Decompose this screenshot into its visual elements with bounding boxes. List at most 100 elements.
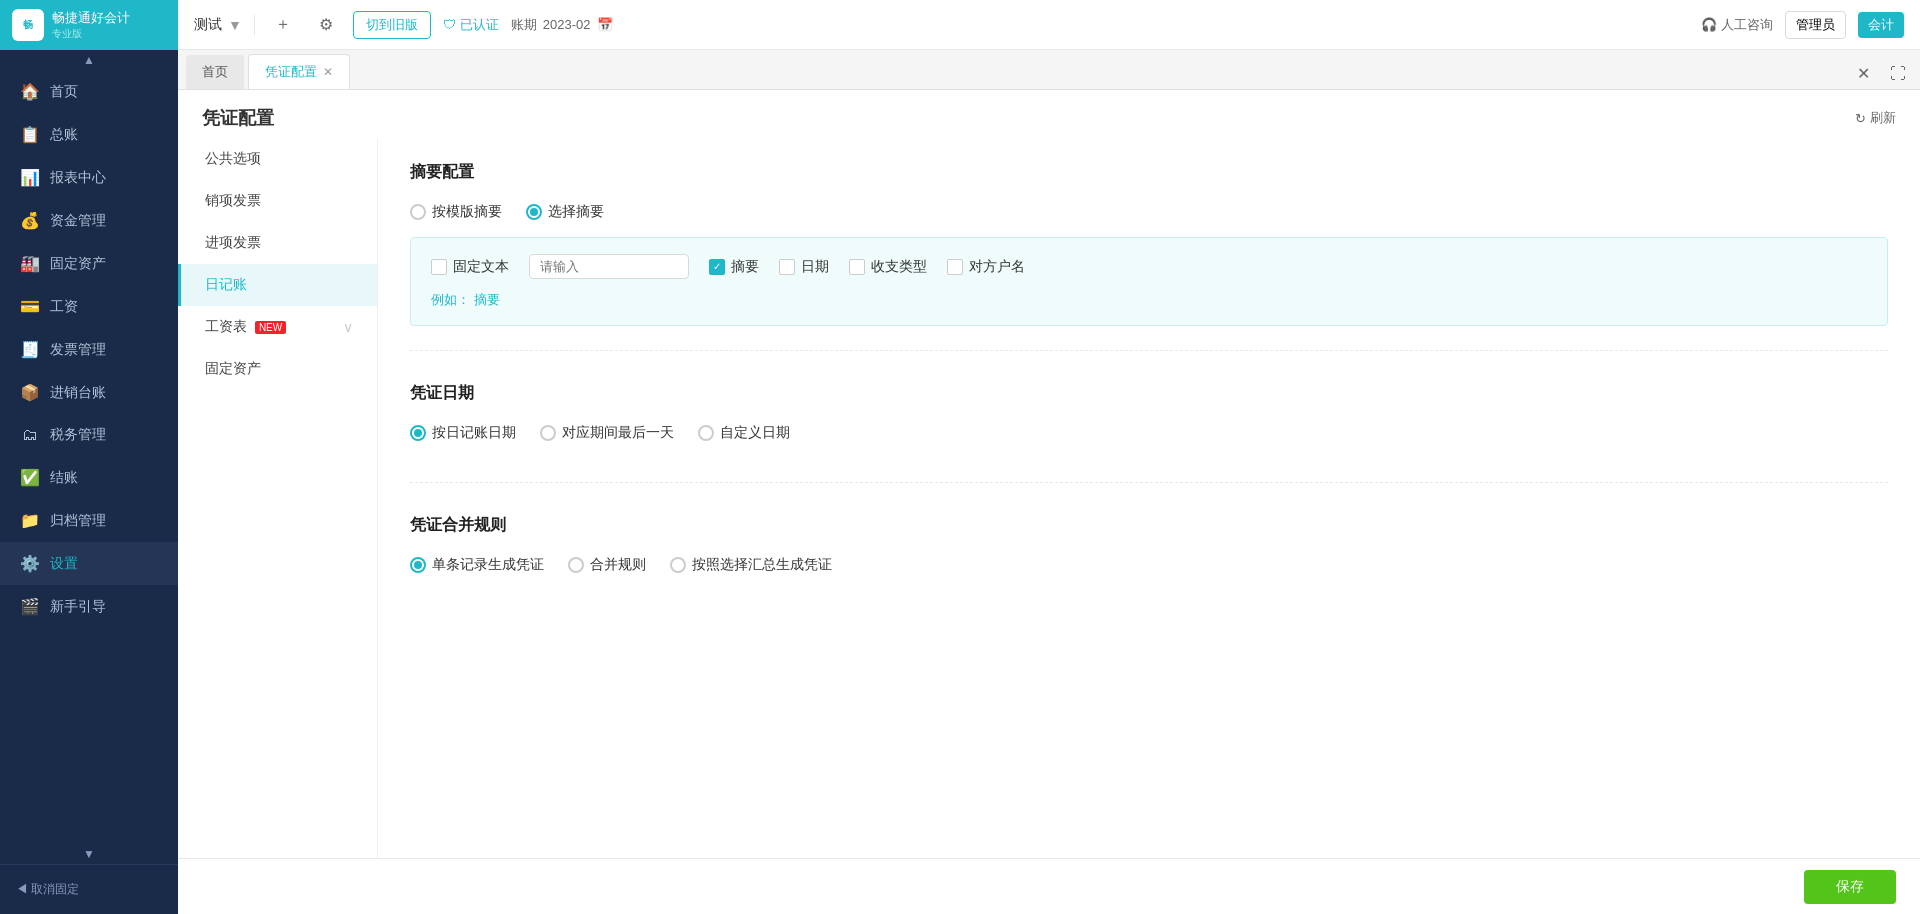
topbar-right: 🎧 人工咨询 管理员 会计 (1701, 11, 1904, 39)
sidebar-item-report[interactable]: 📊 报表中心 (0, 156, 178, 199)
sidebar-item-label: 结账 (50, 469, 78, 487)
radio-select-summary[interactable]: 选择摘要 (526, 203, 604, 221)
tab-home[interactable]: 首页 (186, 55, 244, 89)
radio-custom-date[interactable]: 自定义日期 (698, 424, 790, 442)
refresh-btn[interactable]: ↻ 刷新 (1855, 109, 1896, 127)
sidebar-item-invoice[interactable]: 🧾 发票管理 (0, 328, 178, 371)
sidebar-item-fund[interactable]: 💰 资金管理 (0, 199, 178, 242)
radio-template-summary[interactable]: 按模版摘要 (410, 203, 502, 221)
checkbox-box (431, 259, 447, 275)
company-name: 测试 (194, 16, 222, 34)
expand-btn[interactable]: ⛶ (1884, 63, 1912, 85)
radio-circle-single (410, 557, 426, 573)
checkbox-abstract[interactable]: ✓ 摘要 (709, 258, 759, 276)
summary-section: 摘要配置 按模版摘要 选择摘要 (410, 162, 1888, 351)
checkbox-date[interactable]: 日期 (779, 258, 829, 276)
cancel-fixed-btn[interactable]: ◀ 取消固定 (10, 875, 168, 904)
fixed-text-input[interactable] (529, 254, 689, 279)
sidebar-item-ledger[interactable]: 📋 总账 (0, 113, 178, 156)
sidebar-scroll-up[interactable]: ▲ (0, 50, 178, 70)
sidebar-item-tax[interactable]: 🗂 税务管理 (0, 414, 178, 456)
left-nav-fixed-asset[interactable]: 固定资产 (178, 348, 377, 390)
radio-merge-rule[interactable]: 合并规则 (568, 556, 646, 574)
fund-icon: 💰 (20, 211, 40, 230)
tab-close-icon[interactable]: ✕ (323, 65, 333, 79)
guide-icon: 🎬 (20, 597, 40, 616)
sidebar-item-settle[interactable]: ✅ 结账 (0, 456, 178, 499)
sidebar-item-label: 固定资产 (50, 255, 106, 273)
sidebar-item-sales[interactable]: 📦 进销台账 (0, 371, 178, 414)
merge-radio-group: 单条记录生成凭证 合并规则 按照选择汇总生成凭证 (410, 556, 1888, 574)
left-nav-purchase-invoice[interactable]: 进项发票 (178, 222, 377, 264)
sidebar-item-payroll[interactable]: 💳 工资 (0, 285, 178, 328)
sidebar-bottom: ◀ 取消固定 (0, 864, 178, 914)
radio-circle-custom (698, 425, 714, 441)
date-title: 凭证日期 (410, 383, 1888, 404)
radio-circle-merge (568, 557, 584, 573)
radio-circle-journal (410, 425, 426, 441)
sidebar-item-settings[interactable]: ⚙️ 设置 (0, 542, 178, 585)
calendar-icon[interactable]: 📅 (597, 17, 613, 32)
sidebar-item-archive[interactable]: 📁 归档管理 (0, 499, 178, 542)
tab-voucher-config[interactable]: 凭证配置 ✕ (248, 54, 350, 89)
company-selector[interactable]: 测试 ▼ (194, 16, 242, 34)
checkbox-counterparty[interactable]: 对方户名 (947, 258, 1025, 276)
switch-old-btn[interactable]: 切到旧版 (353, 11, 431, 39)
checkbox-income-type[interactable]: 收支类型 (849, 258, 927, 276)
inner-layout: 公共选项 销项发票 进项发票 日记账 工资表 NEW ∨ 固定资产 摘要配置 (178, 138, 1920, 858)
left-nav: 公共选项 销项发票 进项发票 日记账 工资表 NEW ∨ 固定资产 (178, 138, 378, 858)
certified-badge: 🛡 已认证 (443, 16, 499, 34)
left-nav-sales-invoice[interactable]: 销项发票 (178, 180, 377, 222)
merge-section: 凭证合并规则 单条记录生成凭证 合并规则 按照选择汇总生成凭证 (410, 515, 1888, 614)
chevron-down-icon: ∨ (343, 319, 353, 335)
checkbox-abstract-box: ✓ (709, 259, 725, 275)
date-section: 凭证日期 按日记账日期 对应期间最后一天 自定义日期 (410, 383, 1888, 483)
consult-btn[interactable]: 🎧 人工咨询 (1701, 16, 1773, 34)
sidebar-nav: 🏠 首页 📋 总账 📊 报表中心 💰 资金管理 🏭 固定资产 💳 工资 🧾 发票… (0, 70, 178, 844)
main-area: 测试 ▼ ＋ ⚙ 切到旧版 🛡 已认证 账期 2023-02 📅 🎧 人工咨询 … (178, 0, 1920, 914)
summary-options: 固定文本 ✓ 摘要 日期 (431, 254, 1867, 279)
sidebar-item-label: 设置 (50, 555, 78, 573)
sidebar-item-label: 首页 (50, 83, 78, 101)
radio-journal-date[interactable]: 按日记账日期 (410, 424, 516, 442)
left-nav-journal[interactable]: 日记账 (178, 264, 377, 306)
checkbox-date-box (779, 259, 795, 275)
sidebar-item-asset[interactable]: 🏭 固定资产 (0, 242, 178, 285)
radio-circle-checked (526, 204, 542, 220)
radio-period-last[interactable]: 对应期间最后一天 (540, 424, 674, 442)
sidebar-item-home[interactable]: 🏠 首页 (0, 70, 178, 113)
close-tab-btn[interactable]: ✕ (1851, 62, 1876, 85)
radio-single[interactable]: 单条记录生成凭证 (410, 556, 544, 574)
checkbox-income-box (849, 259, 865, 275)
checkbox-counterparty-box (947, 259, 963, 275)
sidebar-logo: 畅 畅捷通好会计 专业版 (0, 0, 178, 50)
right-panel: 摘要配置 按模版摘要 选择摘要 (378, 138, 1920, 858)
left-nav-payroll-table[interactable]: 工资表 NEW ∨ (178, 306, 377, 348)
checkbox-fixed-text[interactable]: 固定文本 (431, 258, 509, 276)
add-button[interactable]: ＋ (267, 10, 299, 39)
content-area: 凭证配置 ↻ 刷新 公共选项 销项发票 进项发票 日记账 工资表 NEW ∨ 固… (178, 90, 1920, 914)
sidebar-item-label: 总账 (50, 126, 78, 144)
radio-summary-merge[interactable]: 按照选择汇总生成凭证 (670, 556, 832, 574)
logo-text: 畅捷通好会计 专业版 (52, 9, 130, 41)
example-text: 例如： 摘要 (431, 291, 1867, 309)
asset-icon: 🏭 (20, 254, 40, 273)
headphone-icon: 🎧 (1701, 17, 1717, 32)
radio-circle-period (540, 425, 556, 441)
sidebar-item-label: 新手引导 (50, 598, 106, 616)
sidebar-scroll-down[interactable]: ▼ (0, 844, 178, 864)
sidebar-item-label: 资金管理 (50, 212, 106, 230)
tabbar: 首页 凭证配置 ✕ ✕ ⛶ (178, 50, 1920, 90)
user-btn[interactable]: 管理员 (1785, 11, 1846, 39)
save-button[interactable]: 保存 (1804, 870, 1896, 904)
radio-circle-summary-merge (670, 557, 686, 573)
sidebar-item-guide[interactable]: 🎬 新手引导 (0, 585, 178, 628)
company-dropdown-icon: ▼ (228, 17, 242, 33)
sidebar: 畅 畅捷通好会计 专业版 ▲ 🏠 首页 📋 总账 📊 报表中心 💰 资金管理 🏭… (0, 0, 178, 914)
role-btn[interactable]: 会计 (1858, 12, 1904, 38)
sidebar-item-label: 进销台账 (50, 384, 106, 402)
radio-circle (410, 204, 426, 220)
left-nav-public[interactable]: 公共选项 (178, 138, 377, 180)
summary-config-box: 固定文本 ✓ 摘要 日期 (410, 237, 1888, 326)
settings-btn[interactable]: ⚙ (311, 11, 341, 38)
